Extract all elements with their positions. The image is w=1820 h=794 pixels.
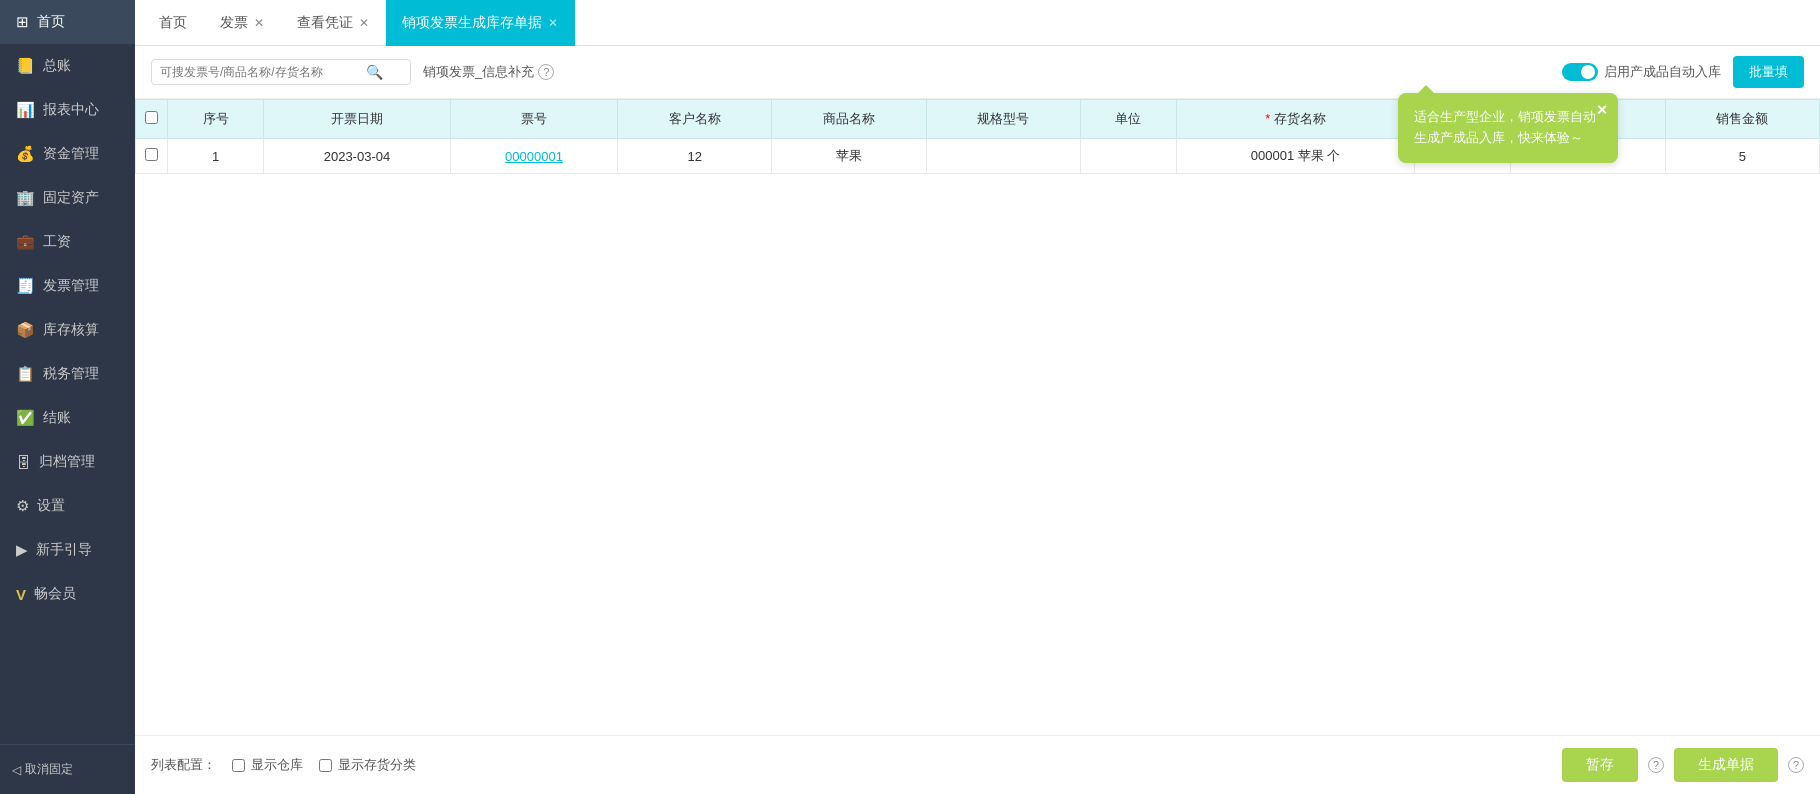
close-sales-return-tab[interactable]: ✕ <box>548 17 558 29</box>
show-inventory-category-wrap: 显示存货分类 <box>319 756 416 774</box>
info-help-icon[interactable]: ? <box>538 64 554 80</box>
list-config-label: 列表配置： <box>151 756 216 774</box>
sidebar-item-funds[interactable]: 💰 资金管理 <box>0 132 135 176</box>
funds-icon: 💰 <box>16 145 35 163</box>
cancel-pin-button[interactable]: ◁ 取消固定 <box>0 755 135 784</box>
row-checkbox-cell <box>136 139 168 174</box>
search-box[interactable]: 🔍 <box>151 59 411 85</box>
toggle-wrap: ✕ 适合生产型企业，销项发票自动生成产成品入库，快来体验～ 启用产成品自动入库 <box>1562 63 1721 81</box>
ledger-icon: 📒 <box>16 57 35 75</box>
header-amount: 销售金额 <box>1665 100 1819 139</box>
reports-icon: 📊 <box>16 101 35 119</box>
sidebar-item-settlement[interactable]: ✅ 结账 <box>0 396 135 440</box>
sidebar-item-home[interactable]: ⊞ 首页 <box>0 0 135 44</box>
sidebar-item-fixed-assets[interactable]: 🏢 固定资产 <box>0 176 135 220</box>
tooltip-bubble: ✕ 适合生产型企业，销项发票自动生成产成品入库，快来体验～ <box>1398 93 1618 163</box>
header-checkbox-cell <box>136 100 168 139</box>
sidebar: ⊞ 首页 📒 总账 📊 报表中心 💰 资金管理 🏢 固定资产 💼 工资 🧾 发票… <box>0 0 135 794</box>
header-seq: 序号 <box>168 100 264 139</box>
member-icon: V <box>16 586 26 603</box>
sidebar-item-invoice-mgmt[interactable]: 🧾 发票管理 <box>0 264 135 308</box>
settings-icon: ⚙ <box>16 497 29 515</box>
main-area: 首页 发票 ✕ 查看凭证 ✕ 销项发票生成库存单据 ✕ 🔍 销项发票_信息补充 … <box>135 0 1820 794</box>
sidebar-item-tax[interactable]: 📋 税务管理 <box>0 352 135 396</box>
home-icon: ⊞ <box>16 13 29 31</box>
row-unit <box>1080 139 1176 174</box>
row-inventory-name[interactable]: 000001 苹果 个 <box>1176 139 1414 174</box>
row-date: 2023-03-04 <box>264 139 451 174</box>
select-all-checkbox[interactable] <box>145 111 158 124</box>
sidebar-item-reports[interactable]: 📊 报表中心 <box>0 88 135 132</box>
row-amount: 5 <box>1665 139 1819 174</box>
header-unit: 单位 <box>1080 100 1176 139</box>
toolbar: 🔍 销项发票_信息补充 ? ✕ 适合生产型企业，销项发票自动生成产成品入库，快来… <box>135 46 1820 99</box>
show-warehouse-checkbox[interactable] <box>232 759 245 772</box>
search-input[interactable] <box>160 65 360 79</box>
sidebar-item-settings[interactable]: ⚙ 设置 <box>0 484 135 528</box>
toggle-label: 启用产成品自动入库 <box>1604 63 1721 81</box>
inventory-icon: 📦 <box>16 321 35 339</box>
info-label: 销项发票_信息补充 ? <box>423 63 554 81</box>
header-spec: 规格型号 <box>926 100 1080 139</box>
generate-button[interactable]: 生成单据 <box>1674 748 1778 782</box>
close-view-voucher-tab[interactable]: ✕ <box>359 17 369 29</box>
row-seq: 1 <box>168 139 264 174</box>
tax-icon: 📋 <box>16 365 35 383</box>
show-warehouse-wrap: 显示仓库 <box>232 756 303 774</box>
sidebar-item-guide[interactable]: ▶ 新手引导 <box>0 528 135 572</box>
row-product-name: 苹果 <box>772 139 926 174</box>
header-date: 开票日期 <box>264 100 451 139</box>
tooltip-container: ✕ 适合生产型企业，销项发票自动生成产成品入库，快来体验～ <box>1562 63 1598 81</box>
footer: 列表配置： 显示仓库 显示存货分类 暂存 ? 生成单据 ? <box>135 735 1820 794</box>
generate-help-icon[interactable]: ? <box>1788 757 1804 773</box>
row-checkbox[interactable] <box>145 148 158 161</box>
save-help-icon[interactable]: ? <box>1648 757 1664 773</box>
tab-view-voucher[interactable]: 查看凭证 ✕ <box>281 0 386 46</box>
sidebar-item-ledger[interactable]: 📒 总账 <box>0 44 135 88</box>
row-ticket-no: 00000001 <box>450 139 617 174</box>
archive-icon: 🗄 <box>16 454 31 471</box>
header-ticket-no: 票号 <box>450 100 617 139</box>
sidebar-bottom: ◁ 取消固定 <box>0 744 135 794</box>
show-inventory-category-checkbox[interactable] <box>319 759 332 772</box>
search-icon: 🔍 <box>366 64 383 80</box>
header-inventory-name: * 存货名称 <box>1176 100 1414 139</box>
payroll-icon: 💼 <box>16 233 35 251</box>
tab-sales-return[interactable]: 销项发票生成库存单据 ✕ <box>386 0 575 46</box>
sidebar-item-archive[interactable]: 🗄 归档管理 <box>0 440 135 484</box>
tooltip-close-button[interactable]: ✕ <box>1596 99 1608 121</box>
guide-icon: ▶ <box>16 541 28 559</box>
settlement-icon: ✅ <box>16 409 35 427</box>
auto-warehouse-toggle[interactable] <box>1562 63 1598 81</box>
close-invoice-tab[interactable]: ✕ <box>254 17 264 29</box>
toggle-knob <box>1581 65 1595 79</box>
batch-fill-button[interactable]: 批量填 <box>1733 56 1804 88</box>
tab-home[interactable]: 首页 <box>143 0 204 46</box>
tab-invoice[interactable]: 发票 ✕ <box>204 0 281 46</box>
sidebar-item-member[interactable]: V 畅会员 <box>0 572 135 616</box>
show-inventory-category-label: 显示存货分类 <box>338 756 416 774</box>
row-customer: 12 <box>618 139 772 174</box>
page-content: 🔍 销项发票_信息补充 ? ✕ 适合生产型企业，销项发票自动生成产成品入库，快来… <box>135 46 1820 794</box>
invoice-mgmt-icon: 🧾 <box>16 277 35 295</box>
tab-bar: 首页 发票 ✕ 查看凭证 ✕ 销项发票生成库存单据 ✕ <box>135 0 1820 46</box>
table-wrap: 序号 开票日期 票号 客户名称 商品名称 规格型号 单位 * 存货名称 数量 销… <box>135 99 1820 735</box>
save-button[interactable]: 暂存 <box>1562 748 1638 782</box>
header-product-name: 商品名称 <box>772 100 926 139</box>
sidebar-item-inventory[interactable]: 📦 库存核算 <box>0 308 135 352</box>
ticket-no-link[interactable]: 00000001 <box>505 149 563 164</box>
header-customer: 客户名称 <box>618 100 772 139</box>
fixed-assets-icon: 🏢 <box>16 189 35 207</box>
pin-icon: ◁ <box>12 763 21 777</box>
sidebar-item-payroll[interactable]: 💼 工资 <box>0 220 135 264</box>
show-warehouse-label: 显示仓库 <box>251 756 303 774</box>
row-spec <box>926 139 1080 174</box>
footer-actions: 暂存 ? 生成单据 ? <box>1562 748 1804 782</box>
